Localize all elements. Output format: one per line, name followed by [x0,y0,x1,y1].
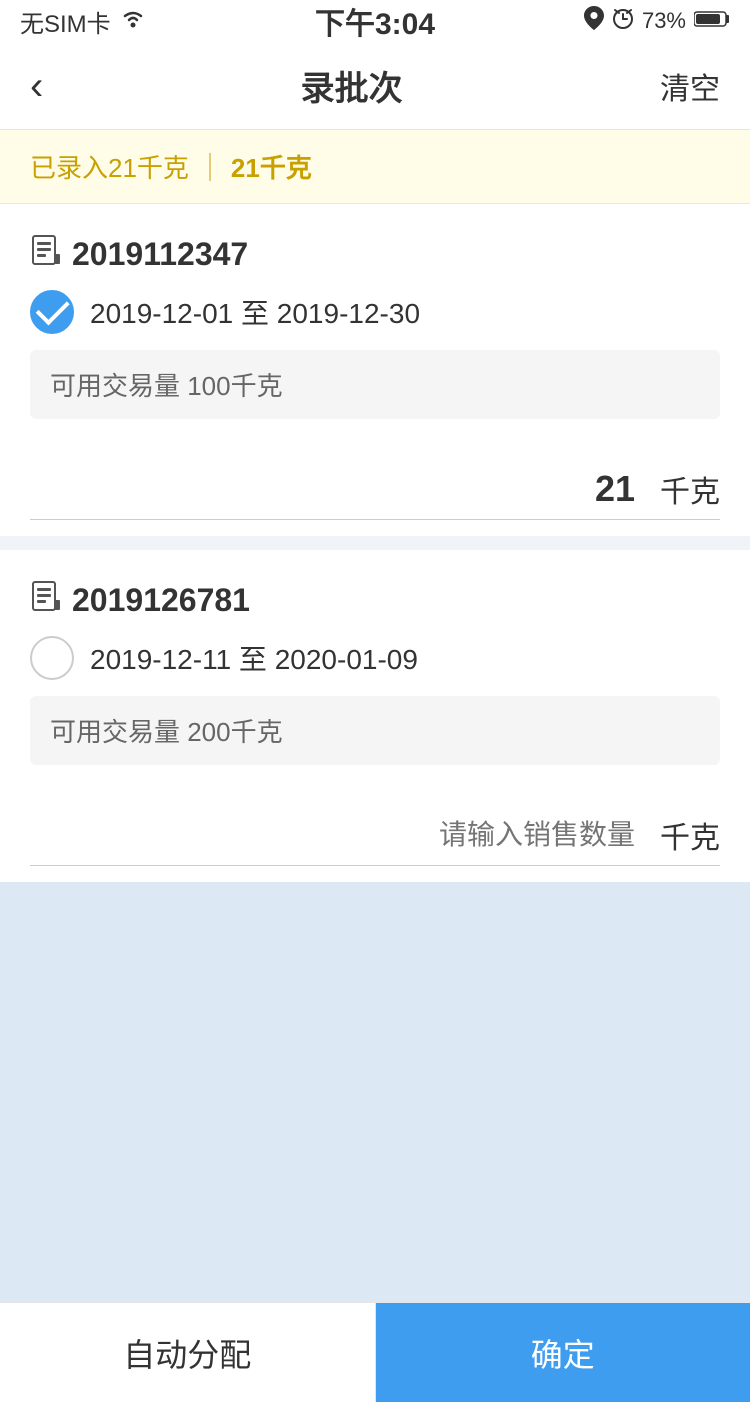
batch-available-2: 可用交易量 200千克 [30,696,720,765]
battery-text: 73% [642,8,686,34]
batch-id-2: 2019126781 [72,582,250,619]
bottom-bar: 自动分配 确定 [0,1302,750,1402]
quantity-unit-2: 千克 [660,813,720,857]
batch-row-dates-2: 2019-12-11 至 2020-01-09 [30,636,720,680]
quantity-row-1: 千克 [0,443,750,536]
quantity-wrapper-2: 千克 [30,813,720,866]
batch-available-1: 可用交易量 100千克 [30,350,720,419]
quantity-unit-1: 千克 [660,467,720,511]
auto-distribute-button[interactable]: 自动分配 [0,1303,376,1402]
status-time: 下午3:04 [315,0,435,43]
back-button[interactable]: ‹ [30,66,43,106]
doc-icon-2 [30,580,62,620]
batch-card-2: 2019126781 2019-12-11 至 2020-01-09 可用交易量… [0,550,750,789]
batch-row-dates-1: 2019-12-01 至 2019-12-30 [30,290,720,334]
clear-button[interactable]: 清空 [660,64,720,108]
alarm-icon [612,6,634,36]
recorded-label: 已录入21千克 [30,148,189,185]
location-icon [584,6,604,36]
quantity-row-2: 千克 [0,789,750,882]
battery-icon [694,8,730,34]
quantity-input-2[interactable] [289,819,650,851]
empty-area [0,882,750,1302]
page-title: 录批次 [301,61,403,110]
wifi-icon [119,7,147,35]
batch-header-1: 2019112347 [30,234,720,274]
batch-dates-1: 2019-12-01 至 2019-12-30 [90,292,420,332]
info-banner: 已录入21千克 21千克 [0,130,750,204]
section-divider [0,536,750,550]
sim-text: 无SIM卡 [20,4,111,39]
banner-divider [209,153,211,181]
doc-icon-1 [30,234,62,274]
batch-dates-2: 2019-12-11 至 2020-01-09 [90,638,418,678]
quantity-wrapper-1: 千克 [30,467,720,520]
page-container: 无SIM卡 下午3:04 [0,0,750,1402]
batch-card-1: 2019112347 2019-12-01 至 2019-12-30 可用交易量… [0,204,750,443]
status-left: 无SIM卡 [20,4,147,39]
radio-1[interactable] [30,290,74,334]
quantity-input-1[interactable] [168,468,650,510]
radio-2[interactable] [30,636,74,680]
content-area: 2019112347 2019-12-01 至 2019-12-30 可用交易量… [0,204,750,1302]
status-right: 73% [584,6,730,36]
confirm-button[interactable]: 确定 [376,1303,750,1402]
recorded-value: 21千克 [231,148,312,185]
nav-bar: ‹ 录批次 清空 [0,42,750,130]
status-bar: 无SIM卡 下午3:04 [0,0,750,42]
batch-id-1: 2019112347 [72,236,248,273]
batch-header-2: 2019126781 [30,580,720,620]
